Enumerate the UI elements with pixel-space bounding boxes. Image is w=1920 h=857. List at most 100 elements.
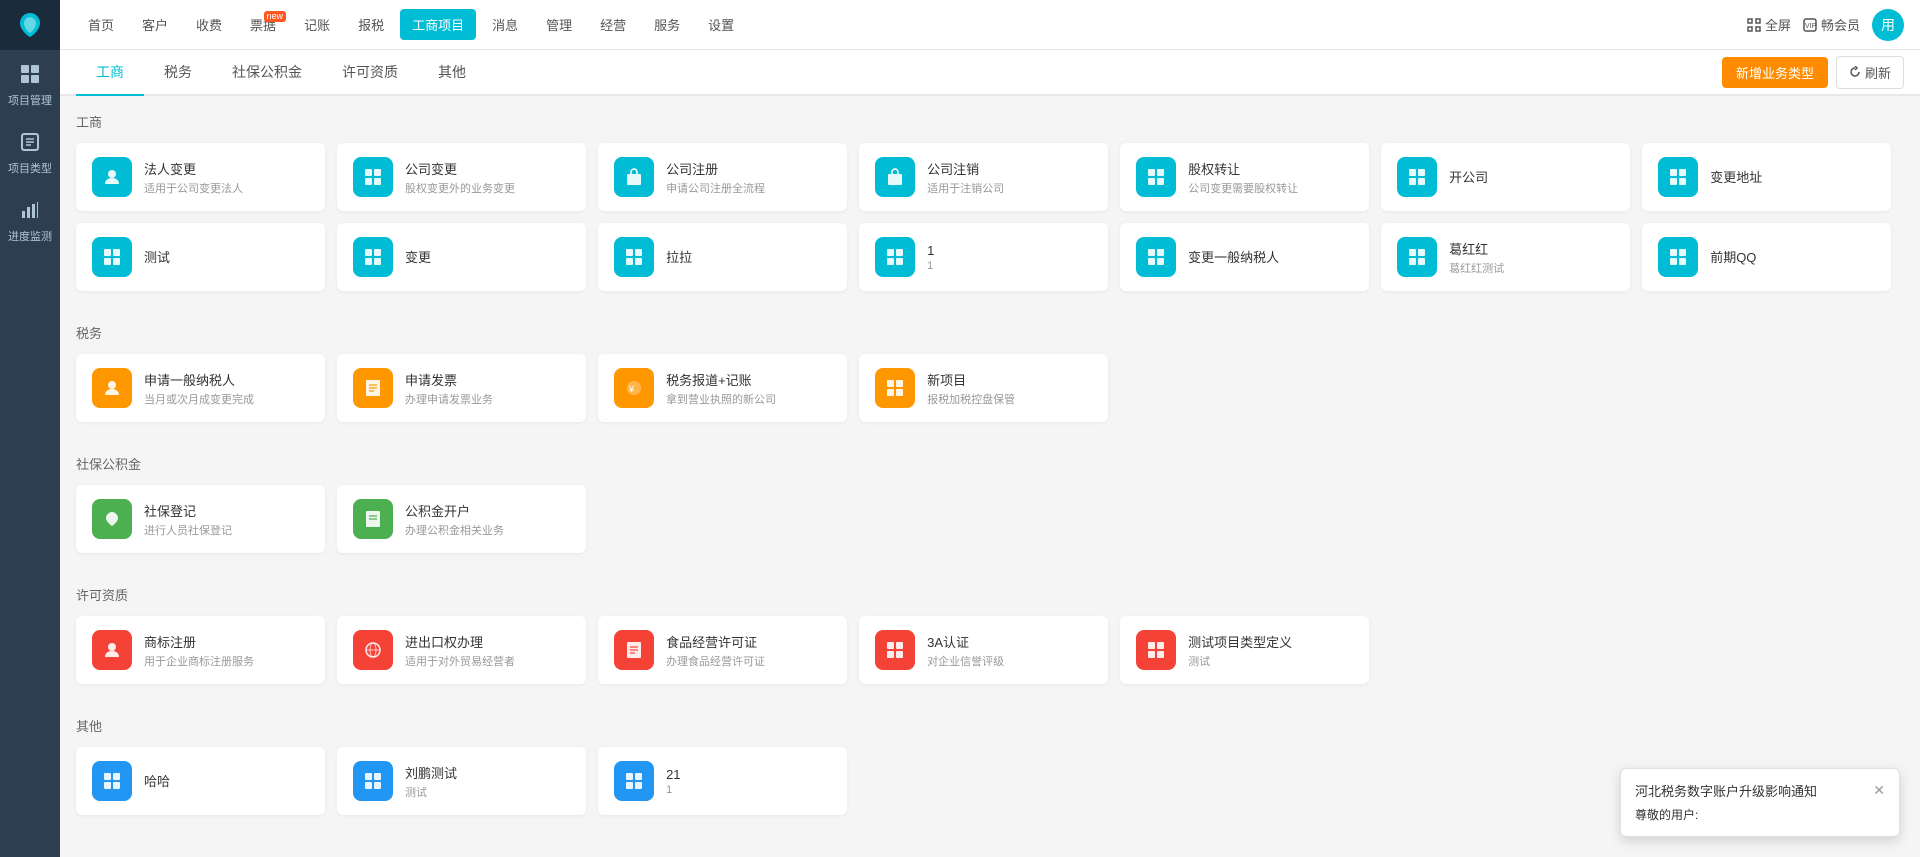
card-title: 新项目 — [927, 370, 1015, 389]
nav-settings[interactable]: 设置 — [696, 9, 746, 40]
sidebar-item-progress-monitor[interactable]: 进度监测 — [0, 186, 60, 254]
nav-operation[interactable]: 经营 — [588, 9, 638, 40]
card-food-license[interactable]: 食品经营许可证 办理食品经营许可证 — [598, 616, 847, 684]
tab-industry[interactable]: 工商 — [76, 50, 144, 96]
new-type-button[interactable]: 新增业务类型 — [1722, 57, 1828, 88]
tab-tax[interactable]: 税务 — [144, 50, 212, 96]
card-apply-taxpayer[interactable]: 申请一般纳税人 当月或次月成变更完成 — [76, 354, 325, 422]
avatar[interactable]: 用 — [1872, 9, 1904, 41]
card-gehong[interactable]: 葛红红 葛红红测试 — [1381, 223, 1630, 291]
nav-customer[interactable]: 客户 — [130, 9, 180, 40]
card-title: 哈哈 — [144, 771, 170, 790]
card-tax-report-account[interactable]: ¥ 税务报道+记账 拿到营业执照的新公司 — [598, 354, 847, 422]
card-subtitle: 办理申请发票业务 — [405, 391, 493, 407]
nav-service[interactable]: 服务 — [642, 9, 692, 40]
vip-btn[interactable]: VIP 畅会员 — [1803, 15, 1860, 34]
card-icon-company-change — [353, 157, 393, 197]
nav-industry[interactable]: 工商项目 — [400, 9, 476, 40]
card-subtitle: 适用于公司变更法人 — [144, 180, 243, 196]
card-liupeng-test[interactable]: 刘鹏测试 测试 — [337, 747, 586, 815]
card-subtitle: 公司变更需要股权转让 — [1188, 180, 1298, 196]
card-company-change[interactable]: 公司变更 股权变更外的业务变更 — [337, 143, 586, 211]
social-section-title: 社保公积金 — [76, 454, 1904, 473]
card-num21[interactable]: 21 1 — [598, 747, 847, 815]
card-import-export[interactable]: 进出口权办理 适用于对外贸易经营者 — [337, 616, 586, 684]
card-social-reg[interactable]: 社保登记 进行人员社保登记 — [76, 485, 325, 553]
nav-management[interactable]: 管理 — [534, 9, 584, 40]
card-icon-food-license — [614, 630, 654, 670]
tab-other[interactable]: 其他 — [418, 50, 486, 96]
card-change-address[interactable]: 变更地址 — [1642, 143, 1891, 211]
nav-tickets[interactable]: 票据 new — [238, 9, 288, 40]
card-icon-num1 — [875, 237, 915, 277]
card-title: 1 — [927, 243, 934, 258]
card-legal-change[interactable]: 法人变更 适用于公司变更法人 — [76, 143, 325, 211]
card-title: 3A认证 — [927, 632, 1004, 651]
card-icon-taxpayer — [1136, 237, 1176, 277]
nav-home[interactable]: 首页 — [76, 9, 126, 40]
card-lala[interactable]: 拉拉 — [598, 223, 847, 291]
card-title: 葛红红 — [1449, 239, 1504, 258]
nav-message[interactable]: 消息 — [480, 9, 530, 40]
card-test[interactable]: 测试 — [76, 223, 325, 291]
industry-cards-grid: 法人变更 适用于公司变更法人 公司变更 股权变更外的业务变更 — [76, 143, 1904, 291]
card-fund-open[interactable]: 公积金开户 办理公积金相关业务 — [337, 485, 586, 553]
nav-billing[interactable]: 收费 — [184, 9, 234, 40]
tab-license[interactable]: 许可资质 — [322, 50, 418, 96]
card-title: 测试 — [144, 247, 170, 266]
license-section: 许可资质 商标注册 用于企业商标注册服务 — [60, 569, 1920, 684]
card-icon-test — [92, 237, 132, 277]
card-title: 刘鹏测试 — [405, 763, 457, 782]
card-haha[interactable]: 哈哈 — [76, 747, 325, 815]
card-title: 21 — [666, 767, 680, 782]
card-icon-company-cancel — [875, 157, 915, 197]
sidebar-item-project-type[interactable]: 项目类型 — [0, 118, 60, 186]
card-subtitle: 适用于注销公司 — [927, 180, 1004, 196]
nav-tax[interactable]: 报税 — [346, 9, 396, 40]
card-open-company[interactable]: 开公司 — [1381, 143, 1630, 211]
card-icon-fund-open — [353, 499, 393, 539]
notification-close[interactable]: ✕ — [1873, 782, 1885, 799]
card-equity-transfer[interactable]: 股权转让 公司变更需要股权转让 — [1120, 143, 1369, 211]
card-subtitle: 1 — [927, 260, 934, 272]
card-title: 股权转让 — [1188, 159, 1298, 178]
card-title: 商标注册 — [144, 632, 254, 651]
card-subtitle: 1 — [666, 784, 680, 796]
card-frontqq[interactable]: 前期QQ — [1642, 223, 1891, 291]
card-icon-import-export — [353, 630, 393, 670]
card-title: 拉拉 — [666, 247, 692, 266]
card-subtitle: 对企业信誉评级 — [927, 653, 1004, 669]
content-area: 工商 税务 社保公积金 许可资质 其他 新增业务类型 刷新 工商 — [60, 50, 1920, 857]
card-subtitle: 股权变更外的业务变更 — [405, 180, 515, 196]
card-title: 前期QQ — [1710, 247, 1756, 266]
card-title: 公司注销 — [927, 159, 1004, 178]
card-3a-cert[interactable]: 3A认证 对企业信誉评级 — [859, 616, 1108, 684]
refresh-button[interactable]: 刷新 — [1836, 56, 1904, 89]
tax-cards-grid: 申请一般纳税人 当月或次月成变更完成 申请发票 办理申请发票业务 — [76, 354, 1904, 422]
card-icon-tax-report: ¥ — [614, 368, 654, 408]
card-num1[interactable]: 1 1 — [859, 223, 1108, 291]
fullscreen-btn[interactable]: 全屏 — [1747, 15, 1791, 34]
nav-accounting[interactable]: 记账 — [292, 9, 342, 40]
card-icon-test-type — [1136, 630, 1176, 670]
card-title: 社保登记 — [144, 501, 232, 520]
other-section-title: 其他 — [76, 716, 1904, 735]
card-title: 公司注册 — [666, 159, 765, 178]
card-new-project[interactable]: 新项目 报税加税控盘保管 — [859, 354, 1108, 422]
card-test-project-type[interactable]: 测试项目类型定义 测试 — [1120, 616, 1369, 684]
card-trademark[interactable]: 商标注册 用于企业商标注册服务 — [76, 616, 325, 684]
topnav: 首页 客户 收费 票据 new 记账 报税 工商项目 消息 管理 经营 服务 设… — [60, 0, 1920, 50]
card-change-taxpayer[interactable]: 变更一般纳税人 — [1120, 223, 1369, 291]
topnav-right: 全屏 VIP 畅会员 用 — [1747, 9, 1904, 41]
card-apply-invoice[interactable]: 申请发票 办理申请发票业务 — [337, 354, 586, 422]
svg-text:¥: ¥ — [628, 384, 635, 394]
card-icon-legal-change — [92, 157, 132, 197]
tab-social[interactable]: 社保公积金 — [212, 50, 322, 96]
card-icon-change2 — [353, 237, 393, 277]
card-company-cancel[interactable]: 公司注销 适用于注销公司 — [859, 143, 1108, 211]
card-change2[interactable]: 变更 — [337, 223, 586, 291]
card-icon-social-reg — [92, 499, 132, 539]
sidebar-item-label: 进度监测 — [8, 228, 52, 244]
sidebar-item-project-mgmt[interactable]: 项目管理 — [0, 50, 60, 118]
card-company-reg[interactable]: 公司注册 申请公司注册全流程 — [598, 143, 847, 211]
